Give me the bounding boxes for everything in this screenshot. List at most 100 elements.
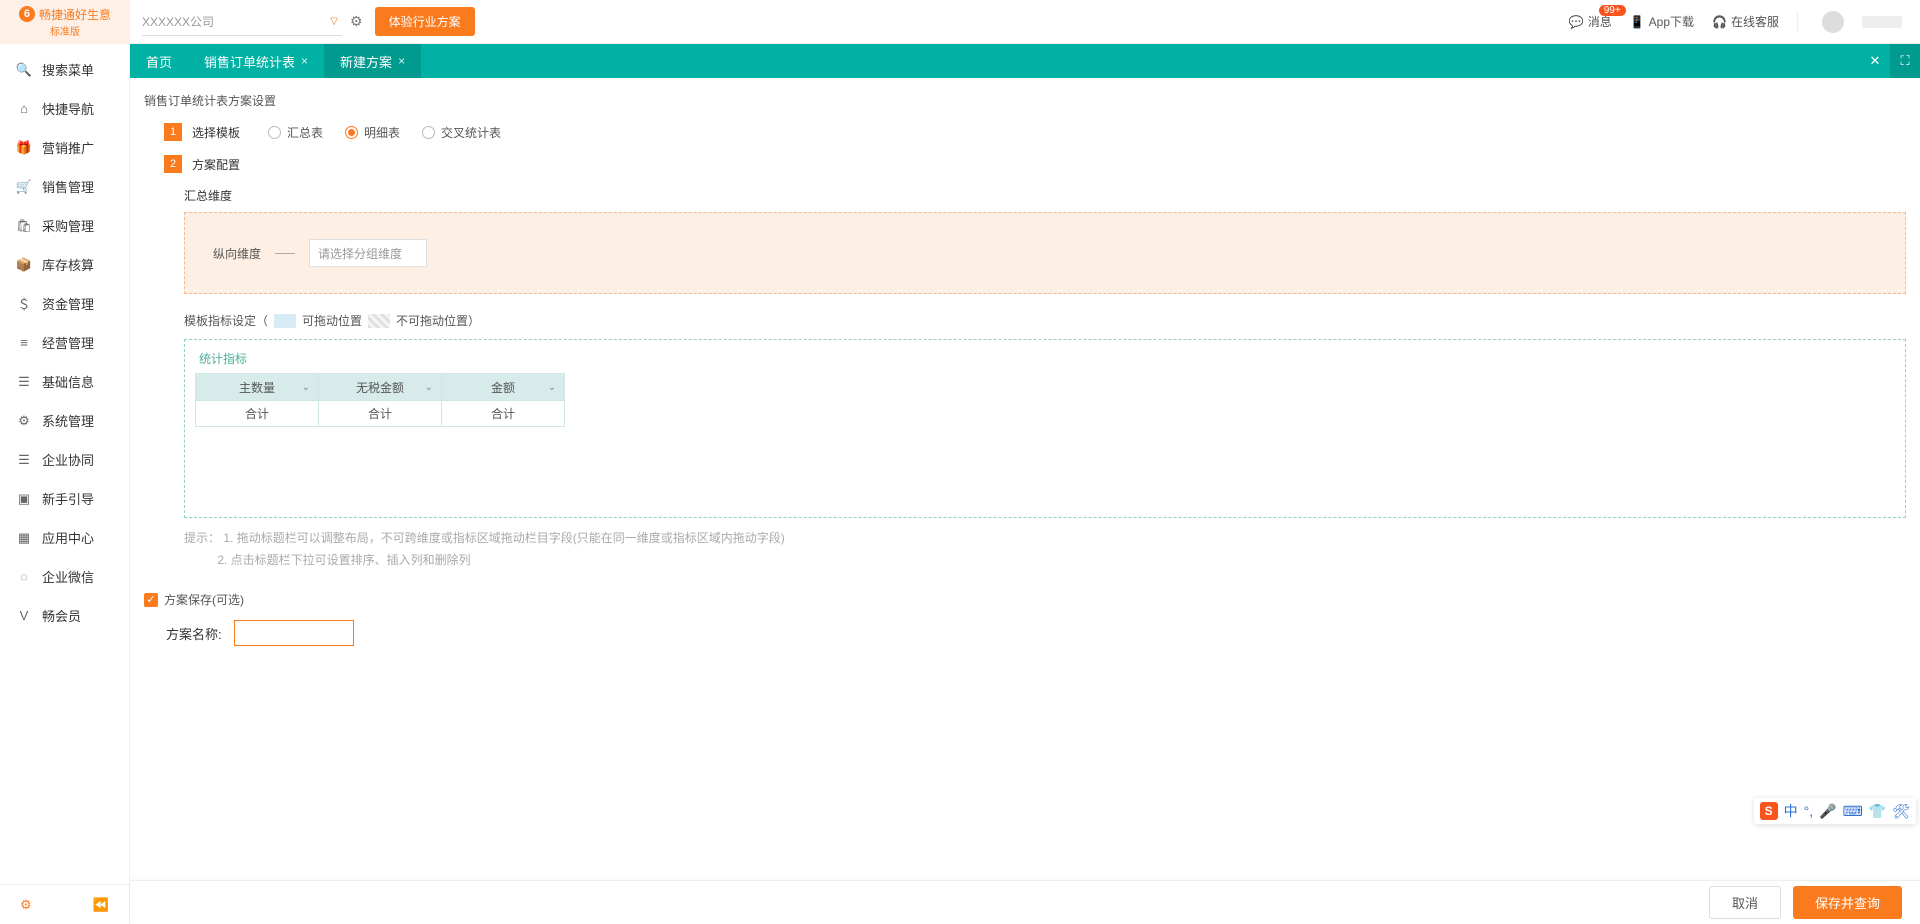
- ime-bar[interactable]: S 中 °, 🎤 ⌨ 👕 🛠: [1754, 798, 1916, 824]
- apps-icon: ▦: [16, 530, 32, 546]
- sidebar-item-guide[interactable]: ▣新手引导: [0, 479, 129, 518]
- sidebar-item-collab[interactable]: ☰企业协同: [0, 440, 129, 479]
- ime-logo-icon: S: [1760, 802, 1778, 820]
- step1-number: 1: [164, 123, 182, 141]
- tab-sales-report[interactable]: 销售订单统计表 ×: [188, 44, 324, 78]
- tabs-row: 首页 销售订单统计表 × 新建方案 × ✕ ⛶: [130, 44, 1920, 78]
- sidebar-item-sales[interactable]: 🛒销售管理: [0, 167, 129, 206]
- cancel-button[interactable]: 取消: [1709, 886, 1781, 919]
- gift-icon: 🎁: [16, 140, 32, 156]
- indicator-col-notax[interactable]: 无税金额 ⌄: [319, 374, 442, 400]
- close-icon[interactable]: ×: [301, 54, 308, 68]
- main-area: 首页 销售订单统计表 × 新建方案 × ✕ ⛶ 销售订单统计表方案设置 1 选择…: [130, 44, 1920, 924]
- radio-icon: [345, 126, 358, 139]
- top-header: 6 畅捷通好生意 标准版 XXXXXX公司 ▽ ⚙ 体验行业方案 💬 消息 99…: [0, 0, 1920, 44]
- tab-home[interactable]: 首页: [130, 44, 188, 78]
- gear-icon[interactable]: ⚙: [350, 13, 363, 30]
- indicator-table: 主数量 ⌄ 无税金额 ⌄ 金额 ⌄ 合计: [195, 373, 565, 427]
- indicator-sum-cell: 合计: [196, 400, 319, 426]
- sidebar-item-wechat[interactable]: ◌企业微信: [0, 557, 129, 596]
- chevron-down-icon: ⌄: [302, 382, 310, 393]
- company-select[interactable]: XXXXXX公司 ▽: [142, 8, 342, 36]
- company-name: XXXXXX公司: [142, 13, 214, 30]
- step2-row: 2 方案配置: [164, 155, 1906, 173]
- fullscreen-icon[interactable]: ⛶: [1890, 44, 1920, 78]
- indicator-title: 统计指标: [199, 350, 1895, 367]
- cart-icon: 🛒: [16, 179, 32, 195]
- logo-icon: 6: [19, 6, 35, 22]
- sidebar-footer: ⚙ ⏪: [0, 884, 129, 924]
- sidebar-item-base[interactable]: ☰基础信息: [0, 362, 129, 401]
- indicator-sum-cell: 合计: [319, 400, 442, 426]
- app-download-link[interactable]: 📱 App下载: [1630, 13, 1694, 30]
- nondraggable-swatch-icon: [368, 314, 390, 328]
- radio-detail[interactable]: 明细表: [345, 124, 400, 141]
- save-and-query-button[interactable]: 保存并查询: [1793, 886, 1902, 919]
- sidebar-item-marketing[interactable]: 🎁营销推广: [0, 128, 129, 167]
- ime-keyboard-icon[interactable]: ⌨: [1843, 803, 1863, 820]
- headset-icon: 🎧: [1712, 15, 1727, 29]
- dimension-select[interactable]: 请选择分组维度: [309, 239, 427, 267]
- sidebar: 🔍搜索菜单 ⌂快捷导航 🎁营销推广 🛒销售管理 🛍采购管理 📦库存核算 ＄资金管…: [0, 44, 130, 924]
- sidebar-item-finance[interactable]: ＄资金管理: [0, 284, 129, 323]
- box-icon: 📦: [16, 257, 32, 273]
- sidebar-item-quicknav[interactable]: ⌂快捷导航: [0, 89, 129, 128]
- step2-number: 2: [164, 155, 182, 173]
- header-right: 💬 消息 99+ 📱 App下载 🎧 在线客服: [1569, 11, 1920, 33]
- tab-new-plan[interactable]: 新建方案 ×: [324, 44, 421, 78]
- sidebar-item-member[interactable]: V畅会员: [0, 596, 129, 635]
- logo-text: 畅捷通好生意: [39, 6, 111, 23]
- radio-summary[interactable]: 汇总表: [268, 124, 323, 141]
- divider: [1797, 12, 1798, 32]
- vip-icon: V: [16, 608, 32, 624]
- radio-icon: [268, 126, 281, 139]
- messages-link[interactable]: 💬 消息 99+: [1569, 13, 1612, 30]
- dimension-box: 纵向维度 请选择分组维度: [184, 212, 1906, 294]
- search-icon: 🔍: [16, 62, 32, 78]
- radio-cross[interactable]: 交叉统计表: [422, 124, 501, 141]
- ime-mic-icon[interactable]: 🎤: [1819, 803, 1836, 820]
- settings-icon[interactable]: ⚙: [20, 897, 32, 913]
- logo-subtitle: 标准版: [50, 23, 80, 38]
- support-link[interactable]: 🎧 在线客服: [1712, 13, 1779, 30]
- close-all-icon[interactable]: ✕: [1860, 44, 1890, 78]
- ime-punct-icon[interactable]: °,: [1804, 803, 1814, 819]
- coin-icon: ＄: [16, 296, 32, 312]
- dimension-section-label: 汇总维度: [184, 187, 1906, 204]
- ime-lang-icon[interactable]: 中: [1784, 801, 1798, 821]
- save-checkbox[interactable]: ✓: [144, 593, 158, 607]
- dimension-axis-label: 纵向维度: [213, 245, 261, 262]
- sidebar-item-business[interactable]: ≡经营管理: [0, 323, 129, 362]
- home-icon: ⌂: [16, 101, 32, 117]
- phone-icon: 📱: [1630, 15, 1645, 29]
- chevron-down-icon: ⌄: [548, 382, 556, 393]
- team-icon: ☰: [16, 452, 32, 468]
- sidebar-item-search[interactable]: 🔍搜索菜单: [0, 50, 129, 89]
- close-icon[interactable]: ×: [398, 54, 405, 68]
- play-icon: ▣: [16, 491, 32, 507]
- try-industry-button[interactable]: 体验行业方案: [375, 7, 475, 36]
- footer-bar: 取消 保存并查询: [130, 880, 1920, 924]
- save-block: ✓ 方案保存(可选) 方案名称:: [144, 591, 1906, 646]
- plan-name-label: 方案名称:: [166, 624, 222, 643]
- chevron-down-icon: ⌄: [425, 382, 433, 393]
- plan-name-input[interactable]: [234, 620, 354, 646]
- draggable-swatch-icon: [274, 314, 296, 328]
- indicator-sum-cell: 合计: [442, 400, 564, 426]
- sidebar-item-purchase[interactable]: 🛍采购管理: [0, 206, 129, 245]
- indicator-legend: 模板指标设定（ 可拖动位置 不可拖动位置）: [184, 312, 1906, 329]
- user-name-placeholder: [1862, 16, 1902, 28]
- indicator-col-amount[interactable]: 金额 ⌄: [442, 374, 564, 400]
- sidebar-item-system[interactable]: ⚙系统管理: [0, 401, 129, 440]
- avatar[interactable]: [1822, 11, 1844, 33]
- ime-tool-icon[interactable]: 🛠: [1892, 803, 1910, 820]
- dash-icon: [275, 253, 295, 254]
- sidebar-item-appcenter[interactable]: ▦应用中心: [0, 518, 129, 557]
- step1-label: 选择模板: [192, 124, 240, 141]
- chart-icon: ≡: [16, 335, 32, 351]
- ime-skin-icon[interactable]: 👕: [1869, 803, 1886, 820]
- indicator-col-qty[interactable]: 主数量 ⌄: [196, 374, 319, 400]
- collapse-icon[interactable]: ⏪: [93, 897, 109, 913]
- save-checkbox-label: 方案保存(可选): [164, 591, 244, 608]
- sidebar-item-inventory[interactable]: 📦库存核算: [0, 245, 129, 284]
